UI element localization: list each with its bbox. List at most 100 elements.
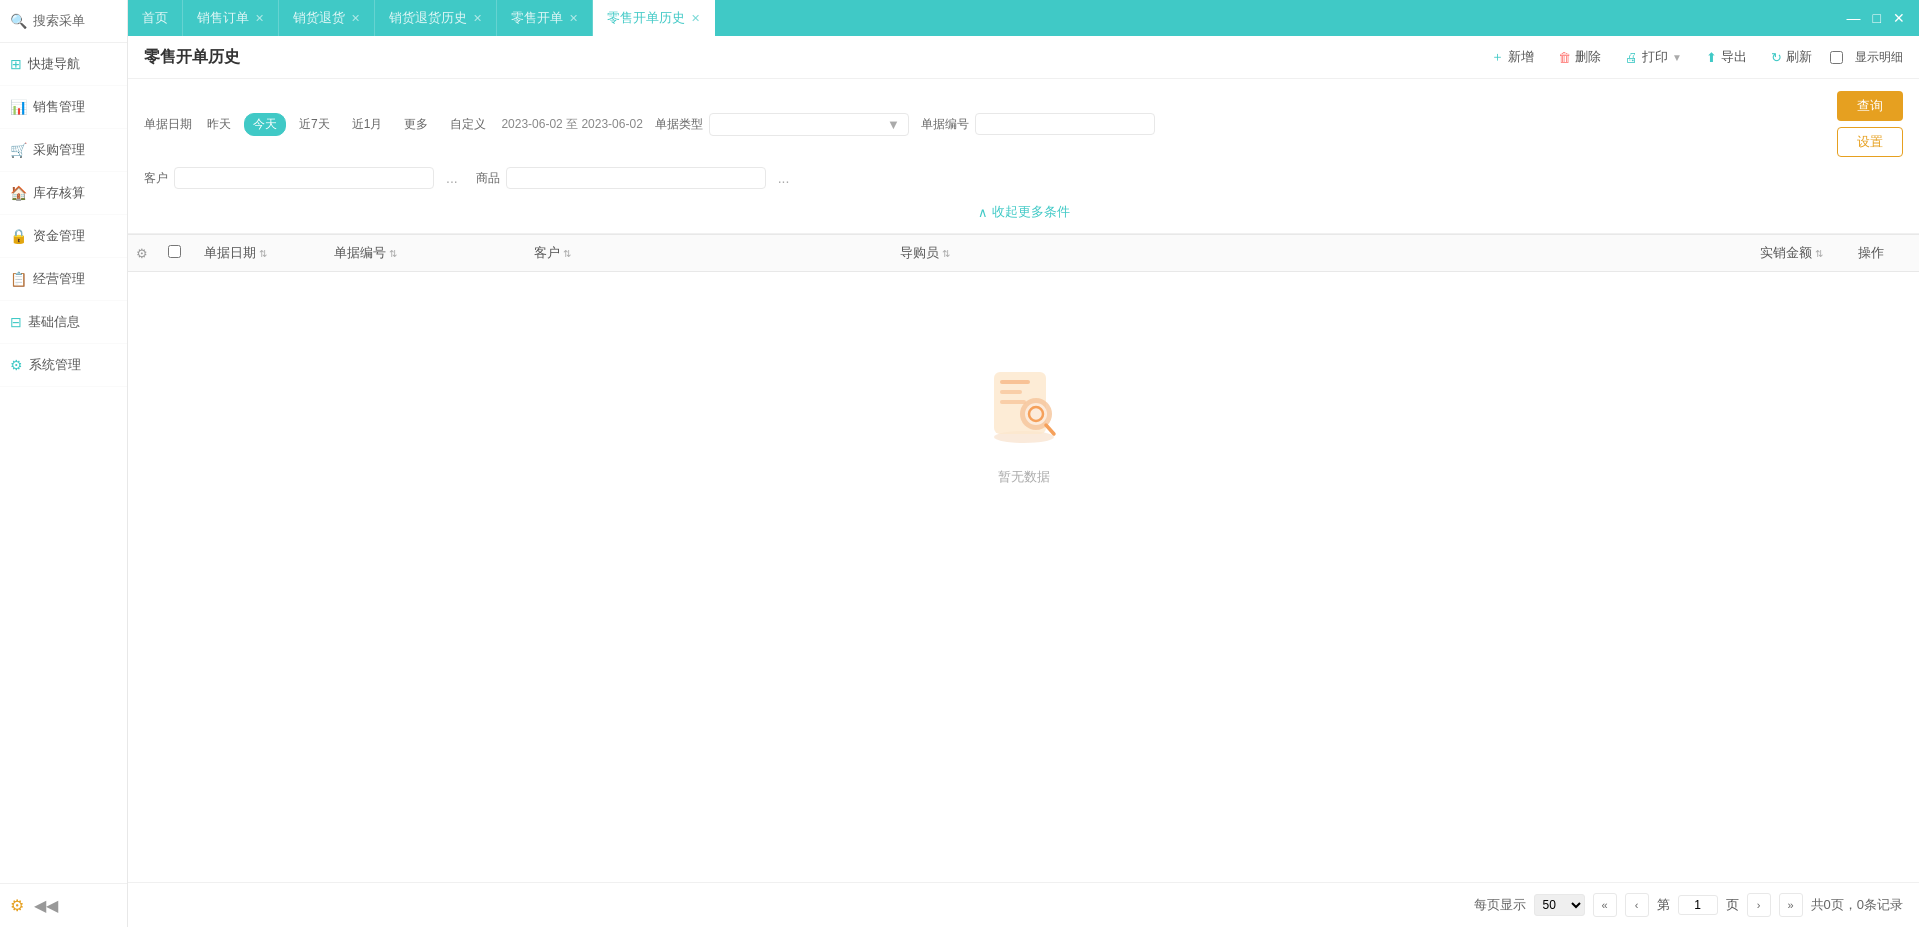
base-info-icon: ⊟ xyxy=(10,314,22,330)
sidebar-search-label: 搜索采单 xyxy=(33,12,85,30)
tab-close-icon[interactable]: ✕ xyxy=(473,12,482,25)
tab-sales-order[interactable]: 销售订单 ✕ xyxy=(183,0,279,36)
settings-icon[interactable]: ⚙ xyxy=(10,896,24,915)
refresh-button[interactable]: ↻ 刷新 xyxy=(1765,44,1818,70)
sidebar-item-sys-mgmt[interactable]: ⚙ 系统管理 xyxy=(0,344,127,387)
bill-num-label: 单据编号 xyxy=(921,116,969,133)
sidebar-nav-label: 基础信息 xyxy=(28,313,80,331)
query-button[interactable]: 查询 xyxy=(1837,91,1903,121)
goods-label: 商品 xyxy=(476,170,500,187)
sidebar: 🔍 搜索采单 ⊞ 快捷导航 📊 销售管理 🛒 采购管理 🏠 库存核算 🔒 资金管… xyxy=(0,0,128,927)
th-date[interactable]: 单据日期 ⇅ xyxy=(196,244,326,262)
delete-button[interactable]: 🗑 删除 xyxy=(1552,44,1607,70)
customer-input[interactable] xyxy=(174,167,434,189)
pagination: 每页显示 50 20 100 « ‹ 第 页 › » 共0页，0条记录 xyxy=(128,882,1919,927)
tab-pos-open-history[interactable]: 零售开单历史 ✕ xyxy=(593,0,715,36)
filter-settings-button[interactable]: 设置 xyxy=(1837,127,1903,157)
sidebar-item-sales-mgmt[interactable]: 📊 销售管理 xyxy=(0,86,127,129)
tab-sales-return-history[interactable]: 销货退货历史 ✕ xyxy=(375,0,497,36)
sidebar-search[interactable]: 🔍 搜索采单 xyxy=(0,0,127,43)
empty-text: 暂无数据 xyxy=(998,468,1050,486)
maximize-button[interactable]: □ xyxy=(1873,10,1881,26)
bill-type-label: 单据类型 xyxy=(655,116,703,133)
sidebar-item-quick-nav[interactable]: ⊞ 快捷导航 xyxy=(0,43,127,86)
last-page-button[interactable]: » xyxy=(1779,893,1803,917)
date-more-btn[interactable]: 更多 xyxy=(395,113,437,136)
export-button[interactable]: ⬆ 导出 xyxy=(1700,44,1753,70)
th-guide[interactable]: 导购员 ⇅ xyxy=(892,244,1012,262)
page-total: 共0页，0条记录 xyxy=(1811,896,1903,914)
th-date-label: 单据日期 xyxy=(204,244,256,262)
table-header: ⚙ 单据日期 ⇅ 单据编号 ⇅ 客户 ⇅ 导购员 ⇅ 实销金额 xyxy=(128,234,1919,272)
tab-close-icon[interactable]: ✕ xyxy=(255,12,264,25)
th-amount[interactable]: 实销金额 ⇅ xyxy=(1711,244,1831,262)
page-size-select[interactable]: 50 20 100 xyxy=(1534,894,1585,916)
date-range-display: 2023-06-02 至 2023-06-02 xyxy=(501,116,642,133)
filter-row-2: 客户 ... 商品 ... xyxy=(144,167,1903,189)
sidebar-item-base-info[interactable]: ⊟ 基础信息 xyxy=(0,301,127,344)
tab-close-icon[interactable]: ✕ xyxy=(691,12,700,25)
page-label: 页 xyxy=(1726,896,1739,914)
filter-action-buttons: 查询 设置 xyxy=(1837,91,1903,157)
th-amount-label: 实销金额 xyxy=(1760,244,1812,262)
th-customer[interactable]: 客户 ⇅ xyxy=(526,244,892,262)
delete-icon: 🗑 xyxy=(1558,50,1571,65)
tab-home[interactable]: 首页 xyxy=(128,0,183,36)
sidebar-nav-label: 采购管理 xyxy=(33,141,85,159)
add-icon: ＋ xyxy=(1491,48,1504,66)
search-icon: 🔍 xyxy=(10,13,27,29)
sidebar-item-inventory[interactable]: 🏠 库存核算 xyxy=(0,172,127,215)
sort-guide-icon: ⇅ xyxy=(942,248,950,259)
sidebar-nav-label: 销售管理 xyxy=(33,98,85,116)
page-input[interactable] xyxy=(1678,895,1718,915)
tab-pos-open[interactable]: 零售开单 ✕ xyxy=(497,0,593,36)
date-custom-btn[interactable]: 自定义 xyxy=(441,113,495,136)
refresh-label: 刷新 xyxy=(1786,48,1812,66)
sort-num-icon: ⇅ xyxy=(389,248,397,259)
sidebar-nav-label: 系统管理 xyxy=(29,356,81,374)
collapse-sidebar-icon[interactable]: ◀◀ xyxy=(34,896,58,915)
tab-sales-order-label: 销售订单 xyxy=(197,9,249,27)
th-num[interactable]: 单据编号 ⇅ xyxy=(326,244,526,262)
tab-sales-return[interactable]: 销货退货 ✕ xyxy=(279,0,375,36)
bill-num-input[interactable] xyxy=(975,113,1155,135)
date-today-btn[interactable]: 今天 xyxy=(244,113,286,136)
th-action: 操作 xyxy=(1831,244,1911,262)
first-page-button[interactable]: « xyxy=(1593,893,1617,917)
svg-line-7 xyxy=(1046,425,1054,434)
print-label: 打印 xyxy=(1642,48,1668,66)
sort-date-icon: ⇅ xyxy=(259,248,267,259)
filter-goods: 商品 ... xyxy=(476,167,796,189)
date-7days-btn[interactable]: 近7天 xyxy=(290,113,339,136)
add-label: 新增 xyxy=(1508,48,1534,66)
toolbar: 零售开单历史 ＋ 新增 🗑 删除 🖨 打印 ▼ ⬆ 导出 ↻ 刷新 xyxy=(128,36,1919,79)
minimize-button[interactable]: — xyxy=(1847,10,1861,26)
window-controls: — □ ✕ xyxy=(1833,0,1919,36)
table-settings-icon[interactable]: ⚙ xyxy=(136,246,168,261)
next-page-button[interactable]: › xyxy=(1747,893,1771,917)
collapse-filter-label: 收起更多条件 xyxy=(992,203,1070,221)
filter-row-1: 单据日期 昨天 今天 近7天 近1月 更多 自定义 2023-06-02 至 2… xyxy=(144,91,1903,157)
prev-page-button[interactable]: ‹ xyxy=(1625,893,1649,917)
select-all-input[interactable] xyxy=(168,245,181,258)
collapse-filter-btn[interactable]: ∧ 收起更多条件 xyxy=(144,199,1903,225)
bill-type-select[interactable]: ▼ xyxy=(709,113,909,136)
customer-more-icon[interactable]: ... xyxy=(440,168,464,188)
goods-input[interactable] xyxy=(506,167,766,189)
display-detail-checkbox[interactable] xyxy=(1830,51,1843,64)
inventory-icon: 🏠 xyxy=(10,185,27,201)
sidebar-nav-label: 资金管理 xyxy=(33,227,85,245)
sidebar-item-finance[interactable]: 🔒 资金管理 xyxy=(0,215,127,258)
sidebar-item-operations[interactable]: 📋 经营管理 xyxy=(0,258,127,301)
goods-more-icon[interactable]: ... xyxy=(772,168,796,188)
table-select-all-checkbox[interactable] xyxy=(168,245,196,261)
tab-close-icon[interactable]: ✕ xyxy=(351,12,360,25)
tab-bar: 首页 销售订单 ✕ 销货退货 ✕ 销货退货历史 ✕ 零售开单 ✕ 零售开单历史 … xyxy=(128,0,1919,36)
close-button[interactable]: ✕ xyxy=(1893,10,1905,26)
date-1month-btn[interactable]: 近1月 xyxy=(343,113,392,136)
add-button[interactable]: ＋ 新增 xyxy=(1485,44,1540,70)
tab-close-icon[interactable]: ✕ xyxy=(569,12,578,25)
date-yesterday-btn[interactable]: 昨天 xyxy=(198,113,240,136)
sidebar-item-purchase-mgmt[interactable]: 🛒 采购管理 xyxy=(0,129,127,172)
print-button[interactable]: 🖨 打印 ▼ xyxy=(1619,44,1688,70)
